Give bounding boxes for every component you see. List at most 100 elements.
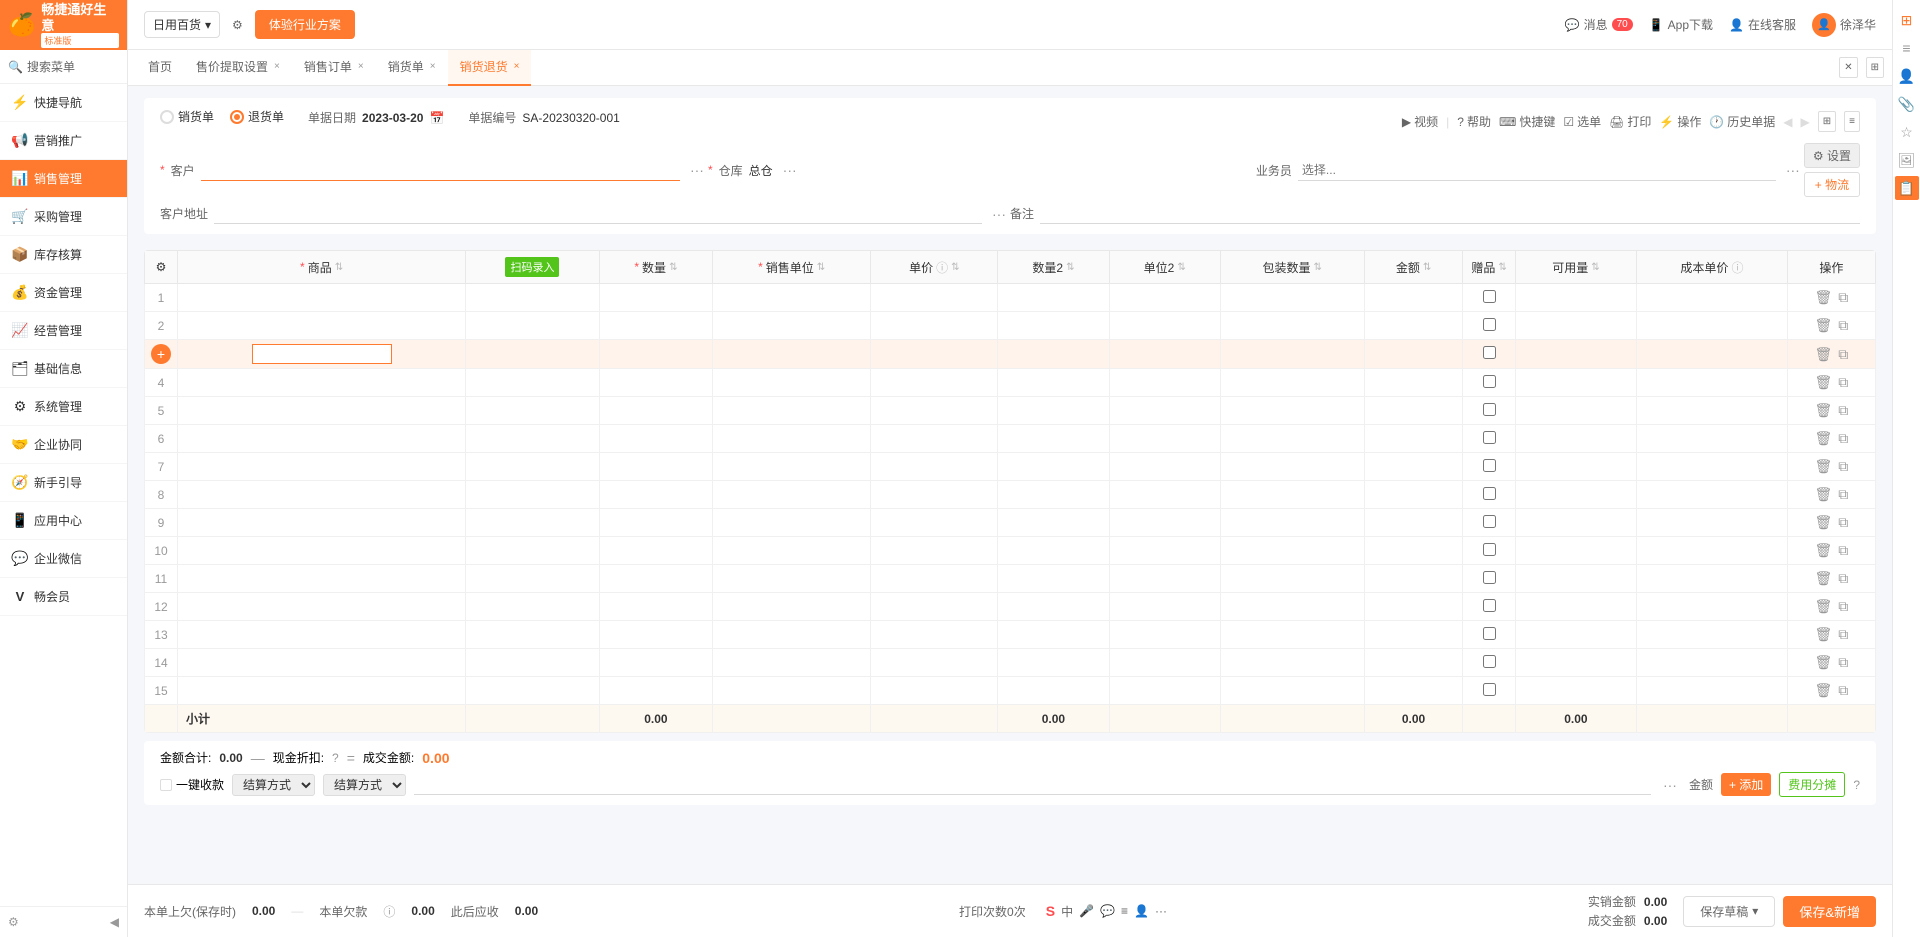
right-sidebar-contact-btn[interactable]: 👤 xyxy=(1895,64,1919,88)
sidebar-item-operations[interactable]: 📈 经营管理 xyxy=(0,312,127,350)
delete-row-icon[interactable]: 🗑 xyxy=(1815,682,1833,699)
right-sidebar-image-btn[interactable]: 🖼 xyxy=(1895,148,1919,172)
right-sidebar-star-btn[interactable]: ☆ xyxy=(1895,120,1919,144)
close-tab-sales-return[interactable]: × xyxy=(514,61,520,72)
sort-unit-icon[interactable]: ⇅ xyxy=(817,262,825,273)
copy-row-icon[interactable]: ⧉ xyxy=(1838,682,1848,699)
footer-icon-zhong[interactable]: 中 xyxy=(1061,903,1073,920)
delete-row-icon[interactable]: 🗑 xyxy=(1815,598,1833,615)
header-settings-icon[interactable]: ⚙ xyxy=(228,14,247,36)
gift-checkbox[interactable] xyxy=(1483,318,1496,331)
sidebar-item-quick-nav[interactable]: ⚡ 快捷导航 xyxy=(0,84,127,122)
sort-price-icon[interactable]: ⇅ xyxy=(951,262,959,273)
single-debt-info[interactable]: ⓘ xyxy=(383,903,395,920)
history-btn[interactable]: 🕐 历史单据 xyxy=(1709,113,1775,130)
footer-icon-person[interactable]: 👤 xyxy=(1134,904,1149,918)
customer-dots-btn[interactable]: ··· xyxy=(686,162,708,178)
operate-btn[interactable]: ⚡ 操作 xyxy=(1659,113,1701,130)
copy-row-icon[interactable]: ⧉ xyxy=(1838,598,1848,615)
online-service-button[interactable]: 👤 在线客服 xyxy=(1729,16,1796,33)
price-info-icon[interactable]: ⓘ xyxy=(936,259,948,276)
sidebar-item-system[interactable]: ⚙ 系统管理 xyxy=(0,388,127,426)
gift-checkbox[interactable] xyxy=(1483,403,1496,416)
sort-packqty-icon[interactable]: ⇅ xyxy=(1314,262,1322,273)
staff-input[interactable] xyxy=(1298,160,1776,181)
sort-product-icon[interactable]: ⇅ xyxy=(335,262,343,273)
gift-checkbox[interactable] xyxy=(1483,515,1496,528)
gift-checkbox[interactable] xyxy=(1483,543,1496,556)
delete-row-icon[interactable]: 🗑 xyxy=(1815,654,1833,671)
copy-row-icon[interactable]: ⧉ xyxy=(1838,402,1848,419)
account-input[interactable] xyxy=(414,774,1651,795)
delete-row-icon[interactable]: 🗑 xyxy=(1815,514,1833,531)
tabs-grid-view[interactable]: ⊞ xyxy=(1866,57,1884,78)
right-sidebar-list-btn[interactable]: ≡ xyxy=(1895,36,1919,60)
delete-row-icon[interactable]: 🗑 xyxy=(1815,346,1833,363)
payment-method-select2[interactable]: 结算方式 xyxy=(323,774,406,796)
sidebar-item-sales[interactable]: 📊 销售管理 xyxy=(0,160,127,198)
copy-row-icon[interactable]: ⧉ xyxy=(1838,374,1848,391)
delete-row-icon[interactable]: 🗑 xyxy=(1815,402,1833,419)
user-menu[interactable]: 👤 徐泽华 xyxy=(1812,13,1876,37)
sidebar-item-basic[interactable]: 🗂 基础信息 xyxy=(0,350,127,388)
sidebar-item-vip[interactable]: V 畅会员 xyxy=(0,578,127,616)
copy-row-icon[interactable]: ⧉ xyxy=(1838,458,1848,475)
tab-sales-return[interactable]: 销货退货 × xyxy=(448,50,532,86)
sort-amount-icon[interactable]: ⇅ xyxy=(1423,262,1431,273)
costprice-info-icon[interactable]: ⓘ xyxy=(1731,259,1743,276)
sort-unit2-icon[interactable]: ⇅ xyxy=(1177,262,1185,273)
close-tab-sales-order[interactable]: × xyxy=(358,61,364,72)
footer-icon-mic[interactable]: 🎤 xyxy=(1079,904,1094,918)
gift-checkbox[interactable] xyxy=(1483,487,1496,500)
copy-row-icon[interactable]: ⧉ xyxy=(1838,654,1848,671)
th-barcode[interactable]: 扫码录入 xyxy=(466,251,600,284)
radio-return[interactable]: 退货单 xyxy=(230,108,284,125)
print-btn[interactable]: 🖨 打印 xyxy=(1609,113,1651,130)
gift-checkbox[interactable] xyxy=(1483,571,1496,584)
video-btn[interactable]: ▶ 视频 xyxy=(1402,113,1438,130)
product-input[interactable] xyxy=(252,344,392,364)
copy-row-icon[interactable]: ⧉ xyxy=(1838,486,1848,503)
copy-row-icon[interactable]: ⧉ xyxy=(1838,570,1848,587)
settings-bottom-icon[interactable]: ⚙ xyxy=(8,915,19,929)
delete-row-icon[interactable]: 🗑 xyxy=(1815,430,1833,447)
sort-gift-icon[interactable]: ⇅ xyxy=(1498,262,1506,273)
delete-row-icon[interactable]: 🗑 xyxy=(1815,486,1833,503)
scan-btn[interactable]: 扫码录入 xyxy=(505,257,559,277)
staff-dots-btn[interactable]: ··· xyxy=(1782,162,1804,178)
sidebar-item-purchase[interactable]: 🛒 采购管理 xyxy=(0,198,127,236)
copy-row-icon[interactable]: ⧉ xyxy=(1838,626,1848,643)
tab-sales-delivery[interactable]: 销货单 × xyxy=(376,50,448,86)
help-btn[interactable]: ? 帮助 xyxy=(1457,113,1491,130)
gift-checkbox[interactable] xyxy=(1483,459,1496,472)
add-logistics-btn[interactable]: + 物流 xyxy=(1804,172,1860,197)
add-row-btn[interactable]: + xyxy=(151,344,171,364)
sidebar-item-wechat[interactable]: 💬 企业微信 xyxy=(0,540,127,578)
doc-settings-btn[interactable]: ⚙ 设置 xyxy=(1804,143,1860,168)
sort-qty-icon[interactable]: ⇅ xyxy=(669,262,677,273)
address-input[interactable] xyxy=(214,203,982,224)
copy-row-icon[interactable]: ⧉ xyxy=(1838,317,1848,334)
footer-icon-more[interactable]: ··· xyxy=(1155,904,1167,918)
account-dots-btn[interactable]: ··· xyxy=(1659,777,1681,793)
copy-row-icon[interactable]: ⧉ xyxy=(1838,514,1848,531)
sidebar-item-inventory[interactable]: 📦 库存核算 xyxy=(0,236,127,274)
copy-row-icon[interactable]: ⧉ xyxy=(1838,430,1848,447)
tab-home[interactable]: 首页 xyxy=(136,50,184,86)
sidebar-search[interactable]: 🔍 搜索菜单 xyxy=(0,50,127,84)
footer-icon-chat[interactable]: 💬 xyxy=(1100,904,1115,918)
gift-checkbox[interactable] xyxy=(1483,655,1496,668)
close-all-tabs[interactable]: ✕ xyxy=(1839,57,1857,78)
address-dots-btn[interactable]: ··· xyxy=(988,206,1010,222)
footer-icon-list[interactable]: ≡ xyxy=(1121,904,1128,918)
shortcut-btn[interactable]: ⌨ 快捷键 xyxy=(1499,113,1555,130)
remark-input[interactable] xyxy=(1040,203,1860,224)
delete-row-icon[interactable]: 🗑 xyxy=(1815,289,1833,306)
warehouse-dots-btn[interactable]: ··· xyxy=(779,162,801,178)
customer-input[interactable] xyxy=(201,160,680,181)
gift-checkbox[interactable] xyxy=(1483,431,1496,444)
add-fee-btn[interactable]: + 添加 xyxy=(1721,773,1771,796)
sidebar-item-cooperation[interactable]: 🤝 企业协同 xyxy=(0,426,127,464)
sort-qty2-icon[interactable]: ⇅ xyxy=(1066,262,1074,273)
view-list-btn[interactable]: ≡ xyxy=(1844,111,1860,132)
